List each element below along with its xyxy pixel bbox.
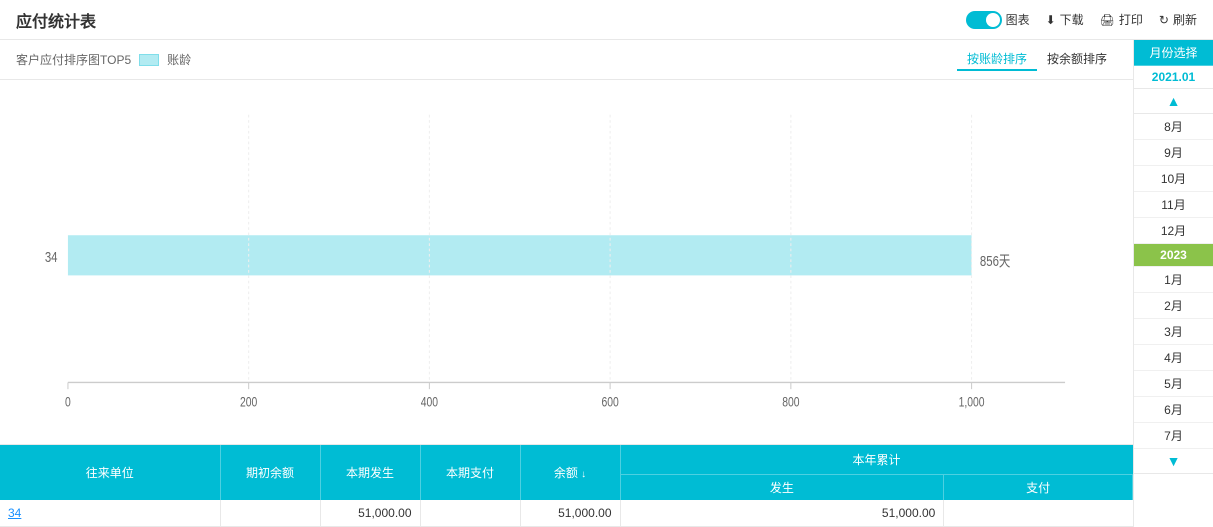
month-item-6[interactable]: 6月 — [1134, 397, 1213, 423]
month-item-8[interactable]: 8月 — [1134, 114, 1213, 140]
col-unit: 往来单位 — [0, 445, 220, 500]
data-table: 往来单位 期初余额 本期发生 本期支付 余额 ↓ 本年累计 — [0, 445, 1133, 527]
chart-header: 客户应付排序图TOP5 账龄 按账龄排序 按余额排序 — [0, 40, 1133, 80]
sort-by-age-button[interactable]: 按账龄排序 — [957, 48, 1037, 71]
month-item-12[interactable]: 12月 — [1134, 218, 1213, 244]
chart-svg: 34 856天 0 200 400 — [16, 88, 1117, 436]
cell-leijifasheng: 51,000.00 — [620, 500, 944, 527]
month-item-1[interactable]: 1月 — [1134, 267, 1213, 293]
month-item-3[interactable]: 3月 — [1134, 319, 1213, 345]
print-label: 打印 — [1119, 11, 1143, 28]
print-icon: 🖨 — [1100, 13, 1115, 27]
page-header: 应付统计表 图表 ⬇ 下载 🖨 打印 ↻ 刷新 — [0, 0, 1213, 40]
chart-toggle-label: 图表 — [1006, 11, 1030, 28]
table-header-row: 往来单位 期初余额 本期发生 本期支付 余额 ↓ 本年累计 — [0, 445, 1133, 475]
nav-down-button[interactable]: ▼ — [1134, 449, 1213, 474]
download-icon: ⬇ — [1046, 13, 1056, 27]
svg-text:800: 800 — [782, 394, 800, 410]
sort-buttons: 按账龄排序 按余额排序 — [957, 48, 1117, 71]
right-sidebar: 月份选择 ▲ 8月 9月 10月 11月 12月 2023 1月 2月 3月 4… — [1133, 40, 1213, 527]
chart-legend: 客户应付排序图TOP5 账龄 — [16, 51, 191, 68]
month-item-7[interactable]: 7月 — [1134, 423, 1213, 449]
table-area: 往来单位 期初余额 本期发生 本期支付 余额 ↓ 本年累计 — [0, 444, 1133, 527]
cell-unit: 34 — [0, 500, 220, 527]
legend-text: 客户应付排序图TOP5 — [16, 51, 131, 68]
bar-end-label: 856天 — [980, 252, 1010, 269]
table-wrapper: 往来单位 期初余额 本期发生 本期支付 余额 ↓ 本年累计 — [0, 445, 1133, 527]
sidebar-header: 月份选择 — [1134, 40, 1213, 66]
month-item-10[interactable]: 10月 — [1134, 166, 1213, 192]
svg-text:200: 200 — [240, 394, 258, 410]
table-row: 34 51,000.00 51,000.00 51,000.00 — [0, 500, 1133, 527]
year-label-2023: 2023 — [1134, 244, 1213, 267]
month-item-11[interactable]: 11月 — [1134, 192, 1213, 218]
page-title: 应付统计表 — [16, 8, 96, 32]
svg-text:400: 400 — [421, 394, 439, 410]
month-item-9[interactable]: 9月 — [1134, 140, 1213, 166]
download-button[interactable]: ⬇ 下载 — [1046, 11, 1084, 28]
year-input[interactable] — [1134, 66, 1213, 89]
chart-toggle-wrapper[interactable]: 图表 — [966, 11, 1030, 29]
sort-by-balance-button[interactable]: 按余额排序 — [1037, 48, 1117, 71]
col-benqizhifu: 本期支付 — [420, 445, 520, 500]
print-button[interactable]: 🖨 打印 — [1100, 11, 1143, 28]
month-item-5[interactable]: 5月 — [1134, 371, 1213, 397]
col-yue: 余额 ↓ — [520, 445, 620, 500]
legend-box-label: 账龄 — [167, 51, 191, 68]
cell-benfasheng: 51,000.00 — [320, 500, 420, 527]
col-leijifasheng: 发生 — [620, 475, 944, 501]
cell-leijizhifu — [944, 500, 1133, 527]
y-axis-label: 34 — [45, 249, 58, 266]
download-label: 下载 — [1060, 11, 1084, 28]
chart-bar — [68, 235, 972, 275]
month-item-2[interactable]: 2月 — [1134, 293, 1213, 319]
legend-box — [139, 54, 159, 66]
col-qichu: 期初余额 — [220, 445, 320, 500]
cell-benqizhifu — [420, 500, 520, 527]
chart-table-area: 客户应付排序图TOP5 账龄 按账龄排序 按余额排序 34 — [0, 40, 1133, 527]
chart-toggle[interactable] — [966, 11, 1002, 29]
nav-up-button[interactable]: ▲ — [1134, 89, 1213, 114]
svg-text:600: 600 — [601, 394, 619, 410]
content-area: 客户应付排序图TOP5 账龄 按账龄排序 按余额排序 34 — [0, 40, 1213, 527]
svg-text:1,000: 1,000 — [959, 394, 985, 410]
col-leijizhifu: 支付 — [944, 475, 1133, 501]
col-benfasheng: 本期发生 — [320, 445, 420, 500]
refresh-button[interactable]: ↻ 刷新 — [1159, 11, 1197, 28]
col-leiji-group: 本年累计 — [620, 445, 1133, 475]
chart-container: 34 856天 0 200 400 — [0, 80, 1133, 444]
unit-link[interactable]: 34 — [8, 506, 21, 520]
cell-yue: 51,000.00 — [520, 500, 620, 527]
refresh-label: 刷新 — [1173, 11, 1197, 28]
cell-qichu — [220, 500, 320, 527]
header-actions: 图表 ⬇ 下载 🖨 打印 ↻ 刷新 — [966, 11, 1197, 29]
svg-text:0: 0 — [65, 394, 71, 410]
month-item-4[interactable]: 4月 — [1134, 345, 1213, 371]
refresh-icon: ↻ — [1159, 13, 1169, 27]
